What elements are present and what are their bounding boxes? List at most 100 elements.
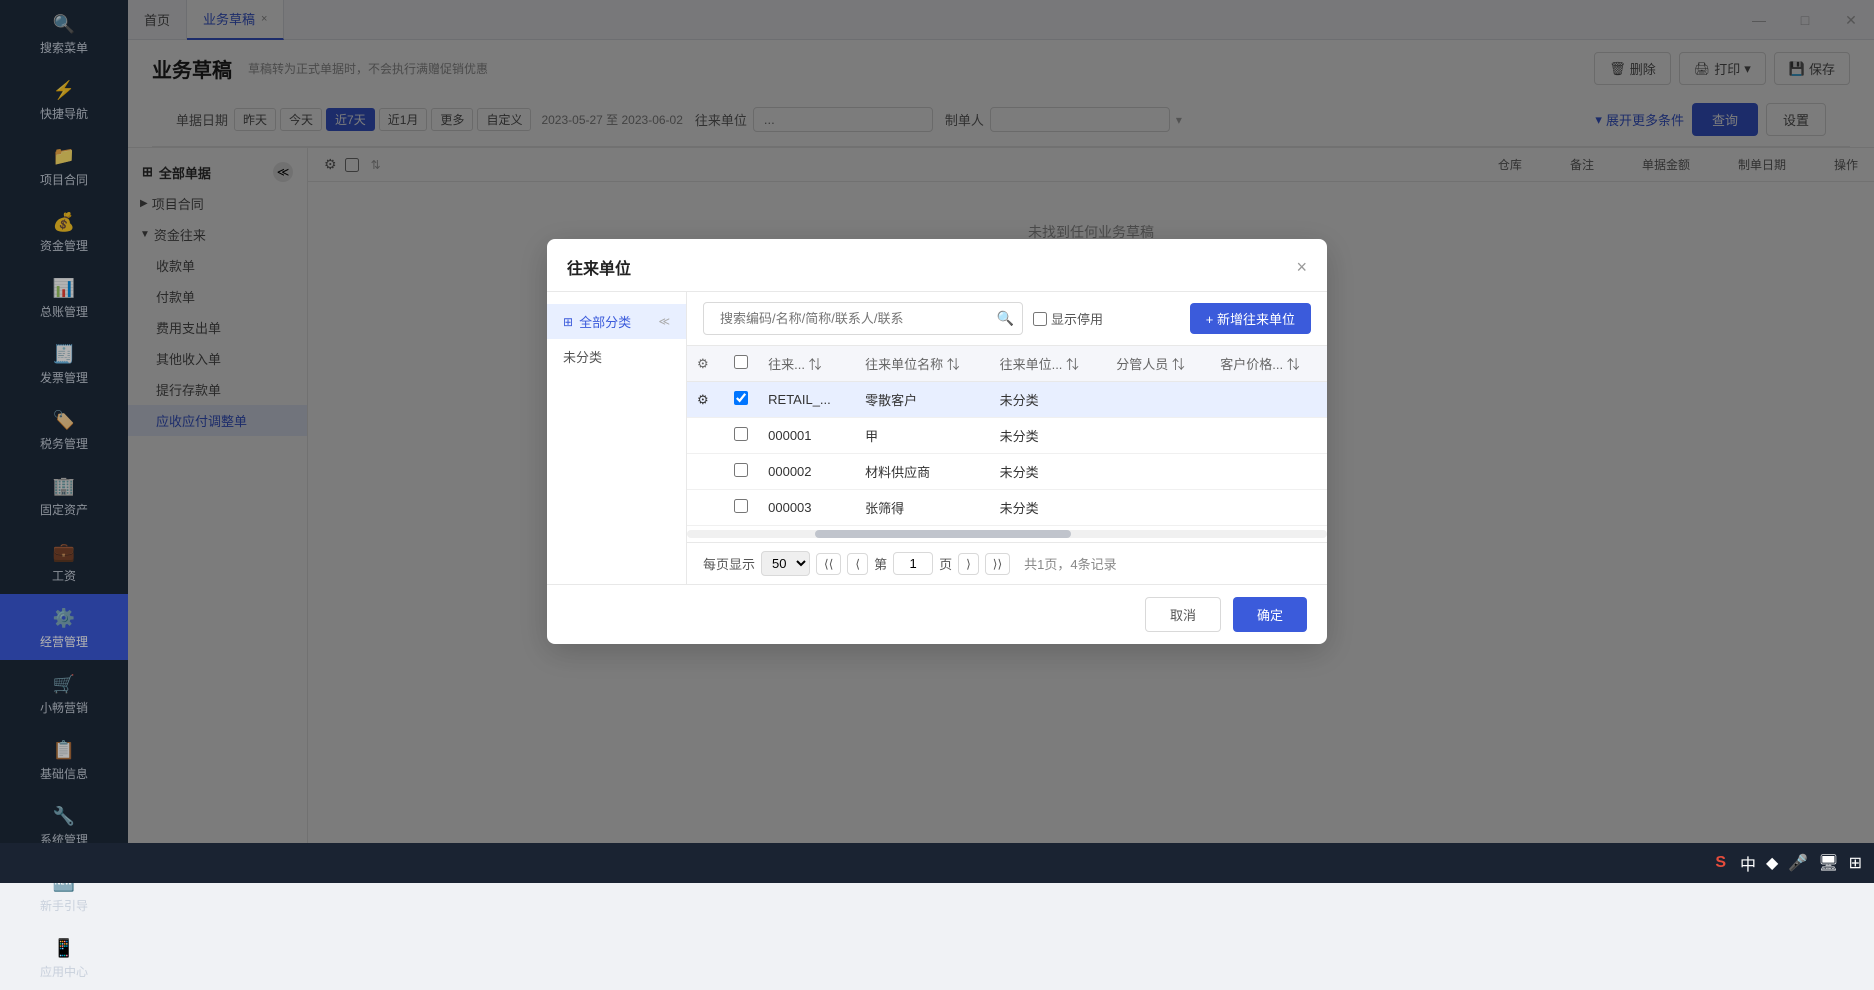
row-code: 000003: [758, 490, 855, 526]
dialog-toolbar: 🔍 显示停用 + 新增往来单位: [687, 292, 1327, 346]
dialog-search-input[interactable]: [712, 307, 997, 330]
search-wrap: 🔍: [703, 302, 1023, 335]
col-code[interactable]: 往来... ⇅: [758, 346, 855, 382]
row-name: 甲: [855, 418, 990, 454]
row-select-2[interactable]: [734, 427, 748, 441]
dialog-search-icon: 🔍: [997, 310, 1014, 327]
dialog-table-wrap: ⚙ 往来... ⇅ 往来单位名称 ⇅ 往来单位... ⇅ 分管人员 ⇅ 客户价格…: [687, 346, 1327, 526]
table-header-row: ⚙ 往来... ⇅ 往来单位名称 ⇅ 往来单位... ⇅ 分管人员 ⇅ 客户价格…: [687, 346, 1327, 382]
dialog-sidebar-all[interactable]: ⊞ 全部分类 ≪: [547, 304, 686, 339]
row-checkbox: [724, 382, 758, 418]
sidebar-item-label: 应用中心: [40, 963, 88, 980]
scrollbar-thumb: [815, 530, 1071, 538]
table-row[interactable]: 000003 张筛得 未分类: [687, 490, 1327, 526]
row-code: RETAIL_...: [758, 382, 855, 418]
row-name: 材料供应商: [855, 454, 990, 490]
row-manager: [1106, 418, 1210, 454]
row-manager: [1106, 382, 1210, 418]
dialog-close-button[interactable]: ×: [1296, 258, 1307, 276]
dialog-table: ⚙ 往来... ⇅ 往来单位名称 ⇅ 往来单位... ⇅ 分管人员 ⇅ 客户价格…: [687, 346, 1327, 526]
dialog-sidebar-uncat[interactable]: 未分类: [547, 339, 686, 374]
row-manager: [1106, 454, 1210, 490]
row-category: 未分类: [990, 418, 1107, 454]
minimize-button[interactable]: —: [1736, 0, 1782, 40]
dialog-sidebar: ⊞ 全部分类 ≪ 未分类: [547, 292, 687, 584]
close-button[interactable]: ✕: [1828, 0, 1874, 40]
dialog-sidebar-uncat-label: 未分类: [563, 347, 602, 366]
row-gear: [687, 490, 724, 526]
dialog-header: 往来单位 ×: [547, 239, 1327, 292]
dialog-title: 往来单位: [567, 255, 631, 279]
table-row[interactable]: 000001 甲 未分类: [687, 418, 1327, 454]
show-disabled-label: 显示停用: [1051, 309, 1103, 328]
row-checkbox: [724, 418, 758, 454]
prev-page-button[interactable]: ⟨: [847, 553, 868, 575]
partner-dialog: 往来单位 × ⊞ 全部分类 ≪ 未分类: [547, 239, 1327, 644]
row-category: 未分类: [990, 454, 1107, 490]
sidebar-item-appcenter[interactable]: 📱 应用中心: [0, 924, 128, 990]
col-checkbox: [724, 346, 758, 382]
taskbar: S 中 ◆ 🎤 🖥 ⊞: [0, 843, 1874, 883]
row-select-4[interactable]: [734, 499, 748, 513]
next-page-button[interactable]: ⟩: [958, 553, 979, 575]
taskbar-monitor-icon[interactable]: 🖥: [1818, 853, 1838, 873]
dialog-pagination: 每页显示 50 ⟨⟨ ⟨ 第 页 ⟩ ⟩⟩ 共1页，4条记录: [687, 542, 1327, 584]
dialog-overlay: 往来单位 × ⊞ 全部分类 ≪ 未分类: [0, 0, 1874, 883]
row-code: 000002: [758, 454, 855, 490]
taskbar-zh-icon[interactable]: 中: [1740, 851, 1756, 875]
row-select-1[interactable]: [734, 391, 748, 405]
row-price: [1210, 418, 1327, 454]
taskbar-grid-icon[interactable]: ⊞: [1849, 853, 1862, 873]
sidebar-item-label: 新手引导: [40, 897, 88, 914]
horizontal-scrollbar[interactable]: [687, 530, 1327, 538]
first-page-button[interactable]: ⟨⟨: [816, 553, 841, 575]
dialog-main: 🔍 显示停用 + 新增往来单位 ⚙: [687, 292, 1327, 584]
col-manager[interactable]: 分管人员 ⇅: [1106, 346, 1210, 382]
dialog-actions: 取消 确定: [547, 584, 1327, 644]
page-label: 第: [874, 554, 887, 573]
dialog-sidebar-collapse-icon[interactable]: ≪: [658, 315, 670, 328]
row-select-3[interactable]: [734, 463, 748, 477]
col-category[interactable]: 往来单位... ⇅: [990, 346, 1107, 382]
col-name[interactable]: 往来单位名称 ⇅: [855, 346, 990, 382]
cancel-button[interactable]: 取消: [1145, 597, 1221, 632]
taskbar-mic-icon[interactable]: 🎤: [1788, 853, 1808, 873]
row-category: 未分类: [990, 490, 1107, 526]
row-gear: [687, 454, 724, 490]
dialog-sidebar-all-label: 全部分类: [579, 312, 631, 331]
per-page-label: 每页显示: [703, 554, 755, 573]
appcenter-icon: 📱: [53, 938, 75, 959]
row-price: [1210, 490, 1327, 526]
dialog-body: ⊞ 全部分类 ≪ 未分类 🔍 显示停用: [547, 292, 1327, 584]
row-price: [1210, 454, 1327, 490]
row-name: 零散客户: [855, 382, 990, 418]
show-disabled-checkbox[interactable]: [1033, 312, 1047, 326]
row-code: 000001: [758, 418, 855, 454]
row-gear: ⚙: [687, 382, 724, 418]
maximize-button[interactable]: □: [1782, 0, 1828, 40]
row-gear: [687, 418, 724, 454]
row-name: 张筛得: [855, 490, 990, 526]
table-row[interactable]: 000002 材料供应商 未分类: [687, 454, 1327, 490]
table-row[interactable]: ⚙ RETAIL_... 零散客户 未分类: [687, 382, 1327, 418]
row-manager: [1106, 490, 1210, 526]
page-suffix: 页: [939, 554, 952, 573]
taskbar-diamond-icon[interactable]: ◆: [1766, 853, 1778, 873]
row-price: [1210, 382, 1327, 418]
window-controls: — □ ✕: [1736, 0, 1874, 40]
new-partner-button[interactable]: + 新增往来单位: [1190, 303, 1311, 334]
row-checkbox: [724, 490, 758, 526]
col-price[interactable]: 客户价格... ⇅: [1210, 346, 1327, 382]
last-page-button[interactable]: ⟩⟩: [985, 553, 1010, 575]
per-page-select[interactable]: 50: [761, 551, 810, 576]
page-number-input[interactable]: [893, 552, 933, 575]
show-disabled-wrap: 显示停用: [1033, 309, 1103, 328]
row-checkbox: [724, 454, 758, 490]
row-category: 未分类: [990, 382, 1107, 418]
confirm-button[interactable]: 确定: [1233, 597, 1307, 632]
taskbar-logo: S: [1715, 854, 1726, 872]
col-gear: ⚙: [687, 346, 724, 382]
select-all-dialog[interactable]: [734, 355, 748, 369]
total-info: 共1页，4条记录: [1024, 554, 1116, 573]
grid-small-icon: ⊞: [563, 315, 573, 329]
